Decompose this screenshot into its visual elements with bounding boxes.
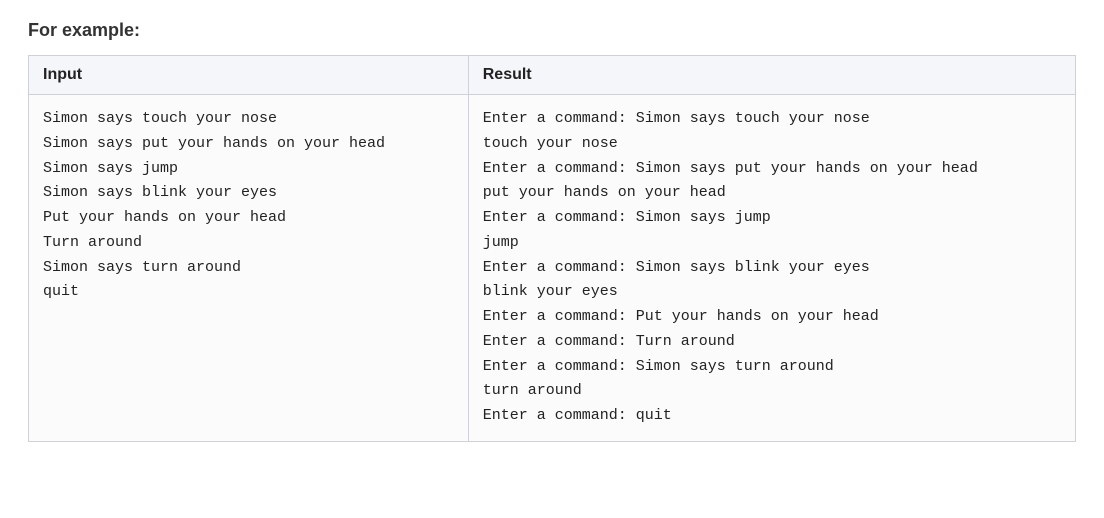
header-input: Input — [29, 56, 469, 95]
cell-result: Enter a command: Simon says touch your n… — [468, 95, 1075, 442]
example-heading: For example: — [28, 20, 1076, 41]
example-table: Input Result Simon says touch your nose … — [28, 55, 1076, 442]
table-row: Simon says touch your nose Simon says pu… — [29, 95, 1076, 442]
header-result: Result — [468, 56, 1075, 95]
result-code: Enter a command: Simon says touch your n… — [483, 107, 1061, 429]
input-code: Simon says touch your nose Simon says pu… — [43, 107, 454, 305]
cell-input: Simon says touch your nose Simon says pu… — [29, 95, 469, 442]
